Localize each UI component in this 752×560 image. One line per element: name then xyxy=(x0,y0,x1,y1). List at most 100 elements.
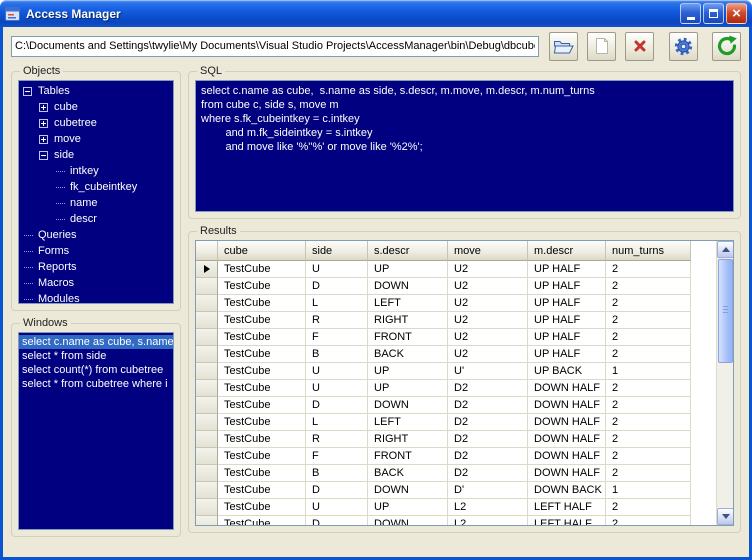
table-cell[interactable]: B xyxy=(306,465,368,482)
table-cell[interactable]: TestCube xyxy=(218,278,306,295)
table-cell[interactable]: D xyxy=(306,397,368,414)
expand-icon[interactable] xyxy=(39,118,48,128)
tree-item-name[interactable]: name xyxy=(19,195,173,211)
expand-icon[interactable] xyxy=(39,102,48,112)
table-cell[interactable]: UP HALF xyxy=(528,312,606,329)
table-cell[interactable]: 1 xyxy=(606,482,691,499)
table-cell[interactable]: 2 xyxy=(606,346,691,363)
table-cell[interactable]: RIGHT xyxy=(368,312,448,329)
windows-list-item[interactable]: select count(*) from cubetree xyxy=(19,363,173,377)
table-cell[interactable]: U2 xyxy=(448,261,528,278)
table-cell[interactable]: TestCube xyxy=(218,465,306,482)
table-row[interactable]: TestCube L LEFT D2 DOWN HALF 2 xyxy=(196,414,691,431)
table-row[interactable]: TestCube B BACK D2 DOWN HALF 2 xyxy=(196,465,691,482)
table-cell[interactable]: LEFT xyxy=(368,295,448,312)
database-path-input[interactable] xyxy=(11,35,539,57)
table-row[interactable]: TestCube F FRONT U2 UP HALF 2 xyxy=(196,329,691,346)
table-row[interactable]: TestCube U UP D2 DOWN HALF 2 xyxy=(196,380,691,397)
table-cell[interactable]: U xyxy=(306,499,368,516)
table-cell[interactable]: DOWN HALF xyxy=(528,414,606,431)
scrollbar-thumb[interactable] xyxy=(718,259,733,363)
table-cell[interactable]: BACK xyxy=(368,465,448,482)
expand-icon[interactable] xyxy=(39,134,48,144)
close-button[interactable]: × xyxy=(726,3,747,24)
table-cell[interactable]: U2 xyxy=(448,346,528,363)
windows-list[interactable]: select c.name as cube, s.name select * fr… xyxy=(18,332,174,530)
row-selector[interactable] xyxy=(196,261,218,278)
table-cell[interactable]: UP HALF xyxy=(528,261,606,278)
table-cell[interactable]: UP xyxy=(368,363,448,380)
row-selector[interactable] xyxy=(196,482,218,499)
tree-item-reports[interactable]: Reports xyxy=(19,259,173,275)
tree-item-cube[interactable]: cube xyxy=(19,99,173,115)
tree-item-fk-cubeintkey[interactable]: fk_cubeintkey xyxy=(19,179,173,195)
table-cell[interactable]: 2 xyxy=(606,397,691,414)
table-cell[interactable]: 2 xyxy=(606,414,691,431)
table-cell[interactable]: L2 xyxy=(448,516,528,525)
table-cell[interactable]: TestCube xyxy=(218,431,306,448)
table-cell[interactable]: TestCube xyxy=(218,448,306,465)
tree-item-queries[interactable]: Queries xyxy=(19,227,173,243)
row-selector[interactable] xyxy=(196,346,218,363)
table-cell[interactable]: R xyxy=(306,431,368,448)
tree-item-descr[interactable]: descr xyxy=(19,211,173,227)
table-cell[interactable]: FRONT xyxy=(368,448,448,465)
table-row[interactable]: TestCube U UP U' UP BACK 1 xyxy=(196,363,691,380)
table-cell[interactable]: U xyxy=(306,261,368,278)
tree-item-tables[interactable]: Tables xyxy=(19,83,173,99)
table-cell[interactable]: D' xyxy=(448,482,528,499)
table-cell[interactable]: BACK xyxy=(368,346,448,363)
table-cell[interactable]: RIGHT xyxy=(368,431,448,448)
column-header-num-turns[interactable]: num_turns xyxy=(606,241,691,261)
table-cell[interactable]: D2 xyxy=(448,465,528,482)
collapse-icon[interactable] xyxy=(39,150,48,160)
table-cell[interactable]: TestCube xyxy=(218,346,306,363)
tree-item-side[interactable]: side xyxy=(19,147,173,163)
table-cell[interactable]: UP BACK xyxy=(528,363,606,380)
table-cell[interactable]: 2 xyxy=(606,465,691,482)
row-selector[interactable] xyxy=(196,380,218,397)
column-header-move[interactable]: move xyxy=(448,241,528,261)
settings-button[interactable] xyxy=(669,31,698,61)
table-cell[interactable]: D xyxy=(306,482,368,499)
table-cell[interactable]: UP xyxy=(368,380,448,397)
row-selector[interactable] xyxy=(196,414,218,431)
row-selector[interactable] xyxy=(196,397,218,414)
table-cell[interactable]: TestCube xyxy=(218,312,306,329)
table-cell[interactable]: U2 xyxy=(448,295,528,312)
table-cell[interactable]: DOWN BACK xyxy=(528,482,606,499)
tree-item-move[interactable]: move xyxy=(19,131,173,147)
table-cell[interactable]: U' xyxy=(448,363,528,380)
table-cell[interactable]: DOWN HALF xyxy=(528,465,606,482)
refresh-button[interactable] xyxy=(712,31,741,61)
table-cell[interactable]: 2 xyxy=(606,329,691,346)
table-cell[interactable]: F xyxy=(306,329,368,346)
column-header-s-descr[interactable]: s.descr xyxy=(368,241,448,261)
row-selector[interactable] xyxy=(196,329,218,346)
table-cell[interactable]: U2 xyxy=(448,329,528,346)
table-cell[interactable]: UP xyxy=(368,499,448,516)
table-cell[interactable]: FRONT xyxy=(368,329,448,346)
row-selector[interactable] xyxy=(196,448,218,465)
tree-item-cubetree[interactable]: cubetree xyxy=(19,115,173,131)
tree-item-intkey[interactable]: intkey xyxy=(19,163,173,179)
table-cell[interactable]: LEFT xyxy=(368,414,448,431)
table-cell[interactable]: TestCube xyxy=(218,414,306,431)
table-cell[interactable]: TestCube xyxy=(218,516,306,525)
tree-item-macros[interactable]: Macros xyxy=(19,275,173,291)
windows-list-item[interactable]: select * from side xyxy=(19,349,173,363)
table-row[interactable]: TestCube F FRONT D2 DOWN HALF 2 xyxy=(196,448,691,465)
row-selector[interactable] xyxy=(196,295,218,312)
column-header-cube[interactable]: cube xyxy=(218,241,306,261)
table-cell[interactable]: U2 xyxy=(448,312,528,329)
table-cell[interactable]: TestCube xyxy=(218,261,306,278)
table-cell[interactable]: UP HALF xyxy=(528,329,606,346)
table-cell[interactable]: TestCube xyxy=(218,482,306,499)
table-cell[interactable]: DOWN xyxy=(368,516,448,525)
table-row[interactable]: TestCube D DOWN D2 DOWN HALF 2 xyxy=(196,397,691,414)
table-cell[interactable]: D2 xyxy=(448,448,528,465)
sql-editor[interactable]: select c.name as cube, s.name as side, s… xyxy=(195,80,734,212)
table-cell[interactable]: D xyxy=(306,278,368,295)
table-cell[interactable]: TestCube xyxy=(218,329,306,346)
collapse-icon[interactable] xyxy=(23,86,32,96)
